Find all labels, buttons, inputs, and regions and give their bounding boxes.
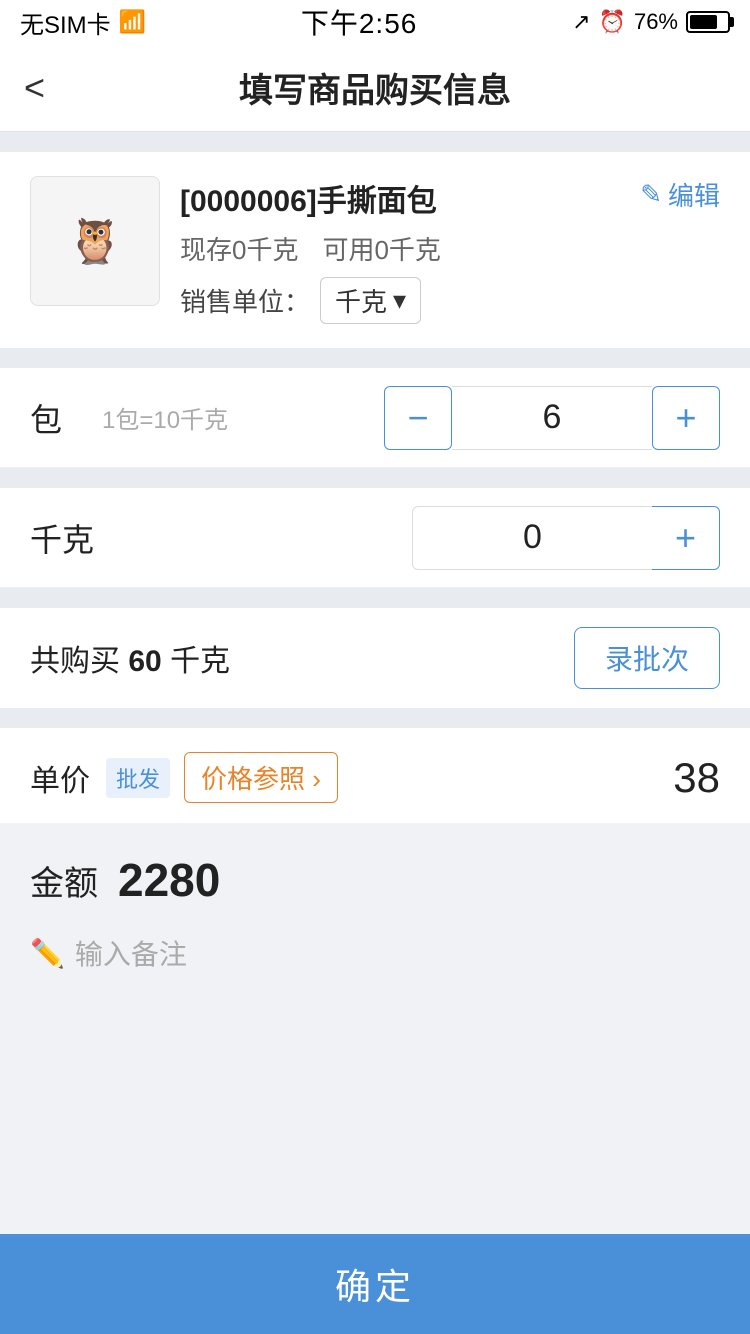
bao-decrement-button[interactable]: − xyxy=(384,386,452,450)
amount-section: 金额 2280 ✏️ 输入备注 xyxy=(0,823,750,993)
back-button[interactable]: < xyxy=(24,67,45,109)
bao-input-row: 包 1包=10千克 − + xyxy=(0,368,750,468)
kg-quantity-input[interactable] xyxy=(412,506,652,570)
edit-icon: ✎ xyxy=(640,179,662,210)
price-label: 单价 xyxy=(30,756,90,800)
product-image: 🦉 xyxy=(30,176,160,306)
record-batch-button[interactable]: 录批次 xyxy=(574,627,720,689)
bao-qty-control: − + xyxy=(384,386,720,450)
mid-divider3 xyxy=(0,588,750,608)
battery-percent: 76% xyxy=(634,9,678,35)
battery-fill xyxy=(690,15,717,29)
amount-row: 金额 2280 xyxy=(30,853,720,907)
mid-divider1 xyxy=(0,348,750,368)
edit-label: 编辑 xyxy=(668,176,720,213)
status-bar: 无SIM卡 📶 下午2:56 ↗ ⏰ 76% xyxy=(0,0,750,44)
summary-row: 共购买 60 千克 录批次 xyxy=(0,608,750,708)
unit-selector[interactable]: 千克 ▾ xyxy=(320,277,421,324)
carrier-text: 无SIM卡 xyxy=(20,5,111,40)
product-logo: 🦉 xyxy=(68,215,123,267)
product-info: [0000006]手撕面包 现存0千克 可用0千克 销售单位： 千克 ▾ xyxy=(180,176,720,324)
amount-label: 金额 xyxy=(30,856,98,905)
summary-text: 共购买 60 千克 xyxy=(30,636,574,680)
status-left: 无SIM卡 📶 xyxy=(20,5,146,40)
kg-qty-control: + xyxy=(412,506,720,570)
available-value: 可用0千克 xyxy=(322,230,440,267)
page-title: 填写商品购买信息 xyxy=(239,63,511,112)
bao-hint: 1包=10千克 xyxy=(102,400,384,435)
price-ref-label: 价格参照 › xyxy=(201,759,321,796)
product-name: [0000006]手撕面包 xyxy=(180,176,720,220)
price-type-tag: 批发 xyxy=(106,758,170,798)
product-stock: 现存0千克 可用0千克 xyxy=(180,230,720,267)
unit-value: 千克 xyxy=(335,282,387,319)
summary-unit: 千克 xyxy=(170,645,230,678)
amount-value: 2280 xyxy=(118,853,220,907)
stock-value: 现存0千克 xyxy=(180,230,298,267)
mid-divider4 xyxy=(0,708,750,728)
summary-amount: 60 xyxy=(128,645,170,678)
chevron-down-icon: ▾ xyxy=(393,285,406,316)
location-icon: ↗ xyxy=(572,9,590,35)
top-divider xyxy=(0,132,750,152)
note-placeholder: 输入备注 xyxy=(75,933,187,973)
pencil-icon: ✏️ xyxy=(30,937,65,970)
summary-prefix: 共购买 xyxy=(30,645,120,678)
price-section: 单价 批发 价格参照 › 38 xyxy=(0,728,750,823)
wifi-icon: 📶 xyxy=(119,9,146,35)
status-right: ↗ ⏰ 76% xyxy=(572,9,730,35)
price-value: 38 xyxy=(673,754,720,802)
product-card: 🦉 [0000006]手撕面包 现存0千克 可用0千克 销售单位： 千克 ▾ ✎… xyxy=(0,152,750,348)
bao-label: 包 xyxy=(30,395,90,441)
battery-icon xyxy=(686,11,730,33)
edit-button[interactable]: ✎ 编辑 xyxy=(640,176,720,213)
unit-label: 销售单位： xyxy=(180,282,310,319)
kg-increment-button[interactable]: + xyxy=(652,506,720,570)
bao-increment-button[interactable]: + xyxy=(652,386,720,450)
kg-input-row: 千克 + xyxy=(0,488,750,588)
mid-divider2 xyxy=(0,468,750,488)
time-display: 下午2:56 xyxy=(301,2,418,42)
confirm-button[interactable]: 确定 xyxy=(0,1234,750,1334)
product-unit: 销售单位： 千克 ▾ xyxy=(180,277,720,324)
price-reference-button[interactable]: 价格参照 › xyxy=(184,752,338,803)
kg-label: 千克 xyxy=(30,515,94,561)
note-row[interactable]: ✏️ 输入备注 xyxy=(30,923,720,983)
alarm-icon: ⏰ xyxy=(599,9,626,35)
nav-bar: < 填写商品购买信息 xyxy=(0,44,750,132)
bao-quantity-input[interactable] xyxy=(452,386,652,450)
